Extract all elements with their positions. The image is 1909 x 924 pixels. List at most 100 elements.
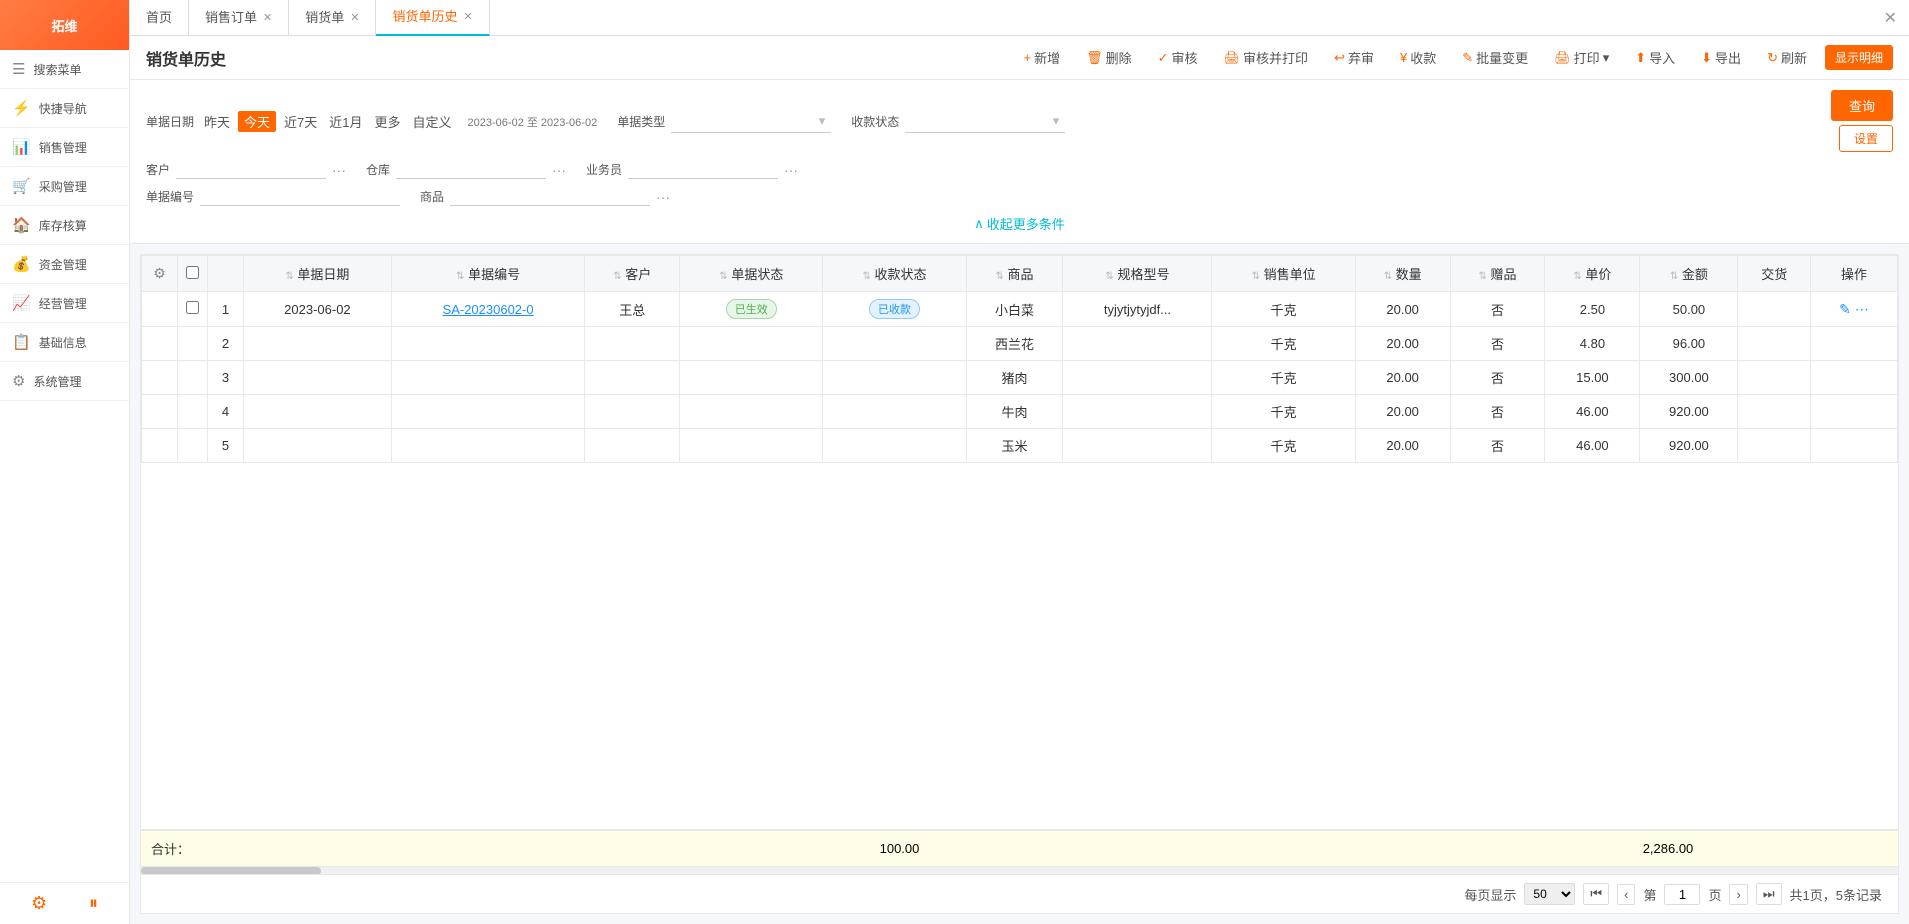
collect-button[interactable]: ¥ 收款 xyxy=(1392,44,1444,71)
shortcut-custom[interactable]: 自定义 xyxy=(409,111,456,132)
shortcut-7days[interactable]: 近7天 xyxy=(280,111,321,132)
row-spec xyxy=(1063,429,1212,463)
shortcut-1month[interactable]: 近1月 xyxy=(325,111,366,132)
goods-more-icon[interactable]: ··· xyxy=(656,189,670,205)
audit-button[interactable]: ✓ 审核 xyxy=(1150,44,1206,71)
row-goods: 猪肉 xyxy=(966,361,1063,395)
sidebar-item-finance-mgmt[interactable]: 💰 资金管理 xyxy=(0,245,129,284)
row-customer xyxy=(585,395,680,429)
col-amount[interactable]: ⇅ 金额 xyxy=(1640,256,1738,292)
col-goods[interactable]: ⇅ 商品 xyxy=(966,256,1063,292)
import-button[interactable]: ⬆ 导入 xyxy=(1627,44,1683,71)
tab-home[interactable]: 首页 xyxy=(130,0,189,36)
col-doc-status[interactable]: ⇅ 单据状态 xyxy=(680,256,823,292)
row-doc-no[interactable]: SA-20230602-0 xyxy=(391,292,585,327)
last-page-button[interactable]: ⏭ xyxy=(1756,883,1782,905)
sidebar-settings-icon[interactable]: ⚙ xyxy=(31,893,47,914)
more-action-icon[interactable]: ⋯ xyxy=(1855,301,1869,317)
tab-sales-order[interactable]: 销售订单 ✕ xyxy=(189,0,289,36)
tab-sales-history[interactable]: 销货单历史 ✕ xyxy=(376,0,489,36)
inquiry-button[interactable]: 查询 xyxy=(1831,90,1893,121)
prev-page-button[interactable]: ‹ xyxy=(1617,884,1635,905)
select-all-checkbox[interactable] xyxy=(186,266,199,279)
show-detail-button[interactable]: 显示明细 xyxy=(1825,45,1893,70)
sys-mgmt-icon: ⚙ xyxy=(12,372,25,390)
filter-group-date: 单据日期 昨天 今天 近7天 近1月 更多 自定义 2023-06-02 至 2… xyxy=(146,111,597,132)
row-goods: 牛肉 xyxy=(966,395,1063,429)
col-doc-date[interactable]: ⇅ 单据日期 xyxy=(244,256,392,292)
abandon-button[interactable]: ↩ 弃审 xyxy=(1326,44,1382,71)
sidebar-item-base-info[interactable]: 📋 基础信息 xyxy=(0,323,129,362)
row-quantity: 20.00 xyxy=(1355,327,1450,361)
edit-action-icon[interactable]: ✎ xyxy=(1839,301,1851,317)
row-checkbox-cell[interactable] xyxy=(178,429,208,463)
collapse-filters-button[interactable]: ∧ 收起更多条件 xyxy=(146,214,1893,233)
tab-bar-close-button[interactable]: ✕ xyxy=(1872,8,1909,28)
row-checkbox[interactable] xyxy=(186,301,199,314)
tab-close-sales-order[interactable]: ✕ xyxy=(263,0,272,36)
per-page-select[interactable]: 50 100 200 xyxy=(1524,883,1575,905)
customer-input[interactable] xyxy=(176,160,326,179)
shortcut-more[interactable]: 更多 xyxy=(371,111,405,132)
horizontal-scrollbar[interactable] xyxy=(141,866,1898,874)
goods-input[interactable] xyxy=(450,187,650,206)
row-checkbox-cell[interactable] xyxy=(178,292,208,327)
warehouse-more-icon[interactable]: ··· xyxy=(552,162,566,178)
summary-row: 合计： 100.00 2,286.00 xyxy=(141,829,1898,866)
row-quantity: 20.00 xyxy=(1355,395,1450,429)
sidebar-collapse-icon[interactable]: ⏸ xyxy=(89,893,98,914)
doc-no-input[interactable] xyxy=(200,187,400,206)
col-customer[interactable]: ⇅ 客户 xyxy=(585,256,680,292)
tab-sales-delivery[interactable]: 销货单 ✕ xyxy=(289,0,376,36)
row-spec xyxy=(1063,361,1212,395)
row-checkbox-cell[interactable] xyxy=(178,361,208,395)
staff-more-icon[interactable]: ··· xyxy=(784,162,798,178)
column-settings-icon[interactable]: ⚙ xyxy=(153,265,166,281)
col-unit[interactable]: ⇅ 销售单位 xyxy=(1212,256,1355,292)
sidebar-item-label: 采购管理 xyxy=(39,178,87,195)
refresh-button[interactable]: ↻ 刷新 xyxy=(1759,44,1815,71)
sidebar-item-ops-mgmt[interactable]: 📈 经营管理 xyxy=(0,284,129,323)
col-unit-price[interactable]: ⇅ 单价 xyxy=(1545,256,1640,292)
col-gift[interactable]: ⇅ 赠品 xyxy=(1450,256,1545,292)
audit-print-button[interactable]: 🖨 审核并打印 xyxy=(1216,44,1317,71)
doc-type-select[interactable]: ▾ xyxy=(671,109,831,133)
warehouse-input[interactable] xyxy=(396,160,546,179)
data-table-section: ⚙ ⇅ 单据日期 ⇅ 单据编 xyxy=(140,254,1899,914)
sidebar-item-inventory[interactable]: 🏠 库存核算 xyxy=(0,206,129,245)
batch-change-button[interactable]: ✎ 批量变更 xyxy=(1454,44,1536,71)
col-quantity[interactable]: ⇅ 数量 xyxy=(1355,256,1450,292)
row-checkbox-cell[interactable] xyxy=(178,327,208,361)
tab-close-sales-history[interactable]: ✕ xyxy=(464,0,473,35)
col-setting[interactable]: ⚙ xyxy=(142,256,178,292)
row-seq: 4 xyxy=(208,395,244,429)
sidebar-item-sys-mgmt[interactable]: ⚙ 系统管理 xyxy=(0,362,129,401)
col-pay-status[interactable]: ⇅ 收款状态 xyxy=(823,256,966,292)
staff-input[interactable] xyxy=(628,160,778,179)
sidebar-item-sales-mgmt[interactable]: 📊 销售管理 xyxy=(0,128,129,167)
sidebar-item-search-menu[interactable]: ☰ 搜索菜单 xyxy=(0,50,129,89)
shortcut-today[interactable]: 今天 xyxy=(238,111,276,132)
current-page-input[interactable] xyxy=(1664,884,1700,905)
chevron-down-icon: ▾ xyxy=(819,113,826,129)
doc-no-link[interactable]: SA-20230602-0 xyxy=(443,302,534,317)
settings-button[interactable]: 设置 xyxy=(1839,125,1893,152)
customer-more-icon[interactable]: ··· xyxy=(332,162,346,178)
next-page-button[interactable]: › xyxy=(1729,884,1747,905)
export-button[interactable]: ⬇ 导出 xyxy=(1693,44,1749,71)
col-doc-no[interactable]: ⇅ 单据编号 xyxy=(391,256,585,292)
first-page-button[interactable]: ⏮ xyxy=(1583,883,1609,905)
page-title: 销货单历史 xyxy=(146,46,226,70)
print-button[interactable]: 🖨 打印 ▾ xyxy=(1546,44,1617,71)
table-scroll-area[interactable]: ⚙ ⇅ 单据日期 ⇅ 单据编 xyxy=(141,255,1898,829)
pay-status-select[interactable]: ▾ xyxy=(905,109,1065,133)
sidebar-item-purchase-mgmt[interactable]: 🛒 采购管理 xyxy=(0,167,129,206)
new-button[interactable]: + 新增 xyxy=(1015,44,1068,71)
shortcut-yesterday[interactable]: 昨天 xyxy=(200,111,234,132)
total-quantity: 100.00 xyxy=(231,841,1568,856)
sidebar-item-quick-nav[interactable]: ⚡ 快捷导航 xyxy=(0,89,129,128)
delete-button[interactable]: 🗑 删除 xyxy=(1078,44,1140,71)
row-checkbox-cell[interactable] xyxy=(178,395,208,429)
tab-close-sales-delivery[interactable]: ✕ xyxy=(350,0,359,36)
col-spec[interactable]: ⇅ 规格型号 xyxy=(1063,256,1212,292)
